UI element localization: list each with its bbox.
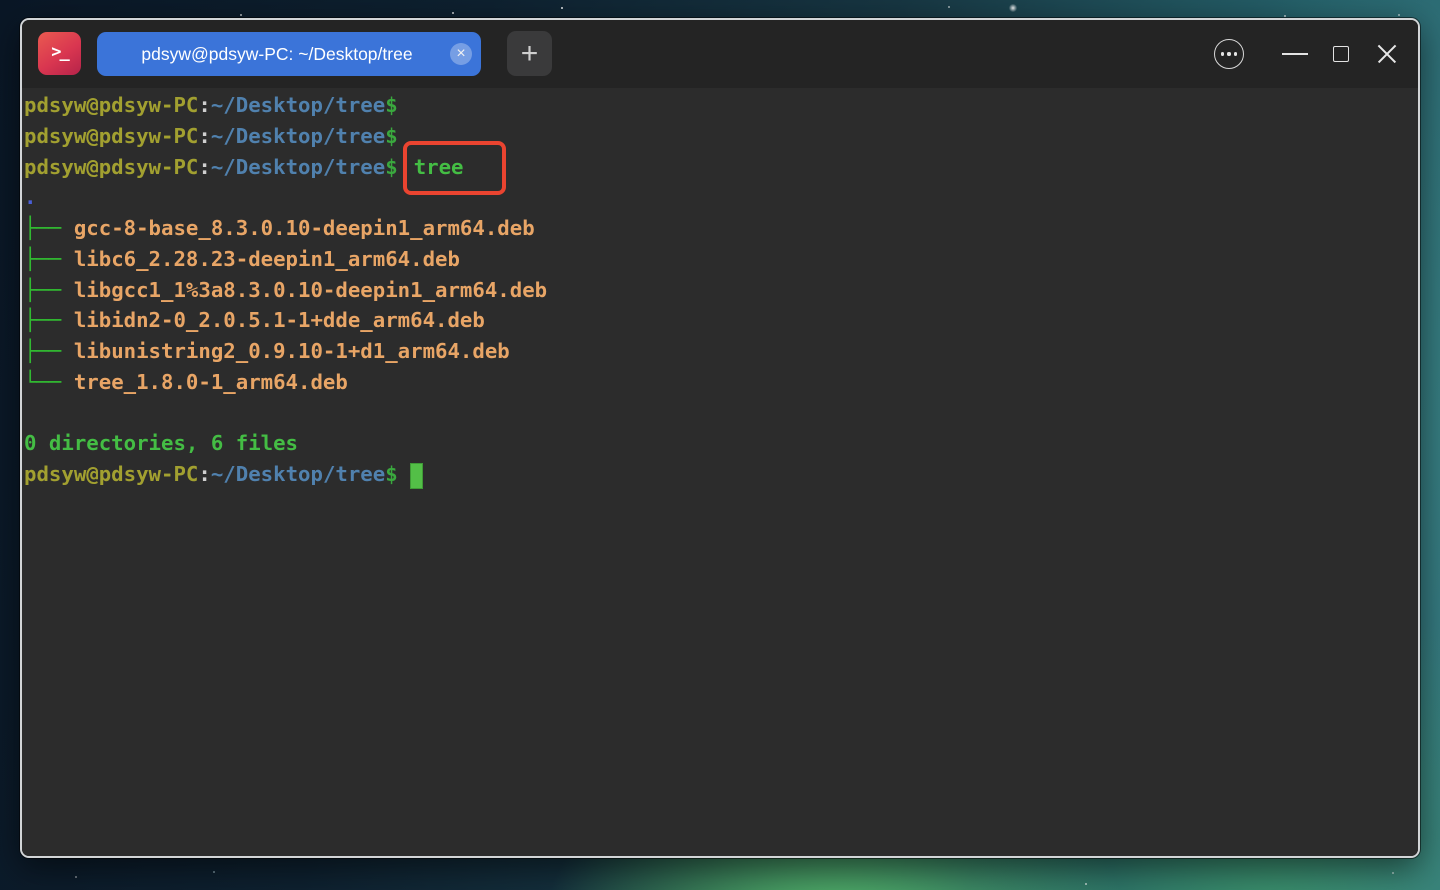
tree-file-row: ├── libgcc1_1%3a8.3.0.10-deepin1_arm64.d…	[24, 275, 1418, 306]
prompt-line-current: pdsyw@pdsyw-PC:~/Desktop/tree$	[24, 459, 1418, 490]
terminal-window: >_ pdsyw@pdsyw-PC: ~/Desktop/tree × + pd…	[20, 18, 1420, 858]
close-button[interactable]	[1364, 20, 1410, 88]
minimize-button[interactable]	[1272, 20, 1318, 88]
close-icon	[1376, 43, 1398, 65]
new-tab-button[interactable]: +	[507, 31, 552, 76]
tree-file-row: └── tree_1.8.0-1_arm64.deb	[24, 367, 1418, 398]
branch-glyph: ├──	[24, 216, 74, 240]
maximize-button[interactable]	[1318, 20, 1364, 88]
prompt-path: ~/Desktop/tree	[210, 93, 386, 117]
ellipsis-icon	[1214, 39, 1244, 69]
branch-glyph: ├──	[24, 277, 74, 302]
file-name: gcc-8-base_8.3.0.10-deepin1_arm64.deb	[73, 216, 535, 240]
prompt-user-host: pdsyw@pdsyw-PC	[24, 93, 199, 117]
tab-active[interactable]: pdsyw@pdsyw-PC: ~/Desktop/tree ×	[97, 32, 481, 76]
tab-title: pdsyw@pdsyw-PC: ~/Desktop/tree	[141, 43, 413, 64]
tree-summary-line: 0 directories, 6 files	[24, 428, 1418, 459]
tab-close-button[interactable]: ×	[450, 43, 472, 65]
window-controls	[1206, 20, 1410, 88]
tree-file-row: ├── libidn2-0_2.0.5.1-1+dde_arm64.deb	[24, 305, 1418, 336]
terminal-content[interactable]: pdsyw@pdsyw-PC:~/Desktop/tree$ pdsyw@pds…	[22, 88, 1418, 856]
menu-button[interactable]	[1206, 20, 1252, 88]
file-name: libidn2-0_2.0.5.1-1+dde_arm64.deb	[73, 308, 485, 333]
tree-summary: 0 directories, 6 files	[24, 431, 299, 456]
tree-root-line: .	[24, 185, 37, 210]
branch-glyph: └──	[24, 369, 74, 394]
file-name: libunistring2_0.9.10-1+d1_arm64.deb	[73, 339, 510, 363]
terminal-app-icon: >_	[38, 32, 81, 75]
branch-glyph: ├──	[24, 339, 74, 363]
minimize-icon	[1282, 53, 1308, 55]
prompt-line: pdsyw@pdsyw-PC:~/Desktop/tree$	[24, 93, 398, 117]
wallpaper-stars	[0, 0, 2, 2]
terminal-cursor	[409, 463, 423, 489]
branch-glyph: ├──	[24, 308, 74, 333]
tree-file-row: ├── libc6_2.28.23-deepin1_arm64.deb	[24, 244, 1418, 275]
branch-glyph: ├──	[24, 246, 74, 271]
tree-file-row: ├── libunistring2_0.9.10-1+d1_arm64.deb	[24, 336, 1418, 367]
file-name: tree_1.8.0-1_arm64.deb	[73, 369, 348, 394]
command-line: pdsyw@pdsyw-PC:~/Desktop/tree$ tree	[24, 154, 464, 179]
tree-file-row: ├── gcc-8-base_8.3.0.10-deepin1_arm64.de…	[24, 213, 1418, 244]
file-name: libgcc1_1%3a8.3.0.10-deepin1_arm64.deb	[73, 277, 548, 302]
titlebar: >_ pdsyw@pdsyw-PC: ~/Desktop/tree × +	[22, 20, 1418, 88]
file-name: libc6_2.28.23-deepin1_arm64.deb	[73, 246, 460, 271]
maximize-icon	[1333, 46, 1349, 62]
prompt-line: pdsyw@pdsyw-PC:~/Desktop/tree$	[24, 123, 398, 148]
tree-command: tree	[413, 154, 464, 179]
